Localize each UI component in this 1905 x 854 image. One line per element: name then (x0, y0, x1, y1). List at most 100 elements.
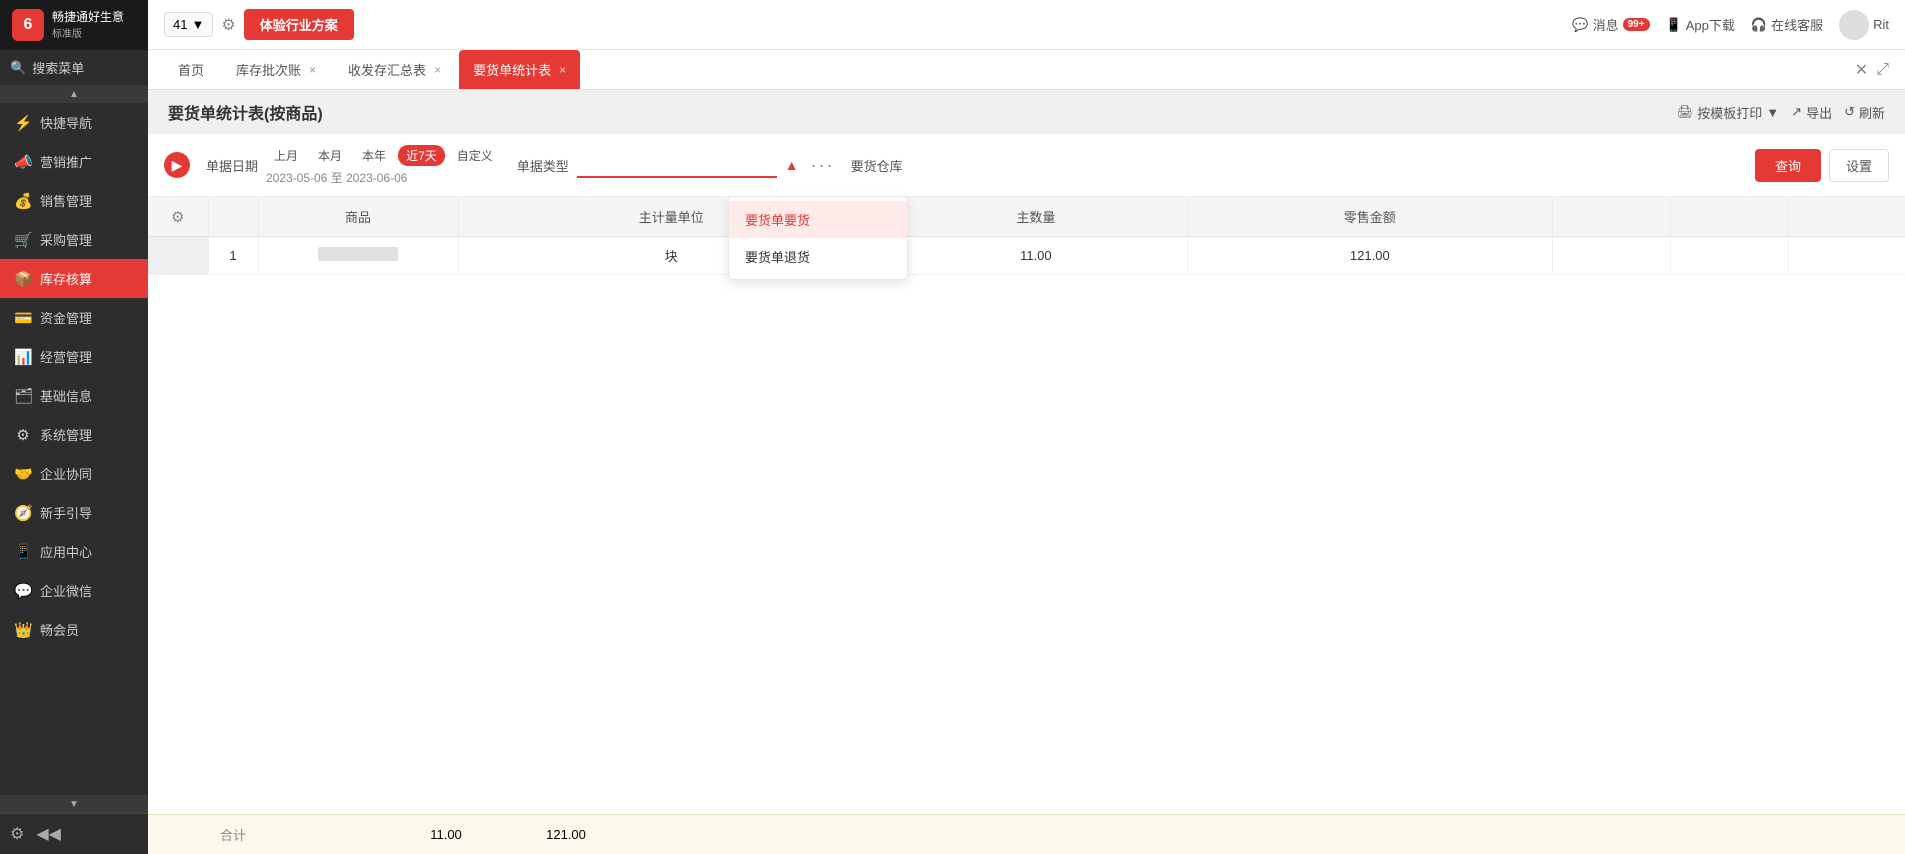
setting-btn[interactable]: 设置 (1829, 149, 1889, 182)
sidebar-item-operations[interactable]: 📊 经营管理 (0, 337, 148, 376)
enterprise-icon: 🤝 (14, 465, 32, 483)
sidebar-item-label: 新手引导 (40, 503, 92, 522)
last-7-days-btn[interactable]: 近7天 (398, 145, 445, 166)
sidebar-item-enterprise[interactable]: 🤝 企业协同 (0, 454, 148, 493)
query-btn[interactable]: 查询 (1755, 149, 1821, 182)
filter-bar: ▶ 单据日期 上月 本月 本年 近7天 自定义 2023-05-06 至 202… (148, 134, 1905, 197)
sidebar-item-guide[interactable]: 🧭 新手引导 (0, 493, 148, 532)
topbar-right: 💬 消息 99+ 📱 App下载 🎧 在线客服 Rit (1572, 10, 1889, 40)
sidebar-nav: ⚡ 快捷导航 📣 营销推广 💰 销售管理 🛒 采购管理 📦 库存核算 💳 资金管… (0, 103, 148, 795)
company-selector[interactable]: 41 ▼ (164, 12, 213, 37)
export-icon: ↗ (1791, 104, 1802, 120)
sidebar-item-finance[interactable]: 💳 资金管理 (0, 298, 148, 337)
type-more-icon[interactable]: ··· (811, 155, 835, 176)
tabbar-actions: ✕ ⤢ (1855, 60, 1889, 80)
industry-btn[interactable]: 体验行业方案 (244, 9, 354, 40)
print-btn[interactable]: 🖨 按模板打印 ▼ (1677, 103, 1779, 122)
table-col-seq (208, 197, 258, 237)
settings-bottom-icon[interactable]: ⚙ (10, 824, 24, 844)
topbar-left: 41 ▼ ⚙ 体验行业方案 (164, 9, 1560, 40)
sidebar-item-label: 企业微信 (40, 581, 92, 600)
tab-order-stats-close[interactable]: × (559, 63, 566, 77)
logo-icon: 6 (12, 9, 44, 41)
sidebar-item-label: 应用中心 (40, 542, 92, 561)
row-product (258, 237, 458, 275)
page-actions: 🖨 按模板打印 ▼ ↗ 导出 ↺ 刷新 (1677, 103, 1885, 122)
tab-close-all-icon[interactable]: ✕ (1855, 60, 1868, 80)
sidebar-item-quick-nav[interactable]: ⚡ 快捷导航 (0, 103, 148, 142)
refresh-icon: ↺ (1844, 104, 1855, 120)
tab-inventory-batch-label: 库存批次账 (236, 60, 301, 79)
type-filter-input[interactable] (577, 153, 777, 176)
export-btn[interactable]: ↗ 导出 (1791, 103, 1832, 122)
tab-home[interactable]: 首页 (164, 50, 218, 89)
messages-count: 99+ (1623, 18, 1650, 31)
main-content: 41 ▼ ⚙ 体验行业方案 💬 消息 99+ 📱 App下载 🎧 在线客服 (148, 0, 1905, 854)
custom-date-btn[interactable]: 自定义 (449, 144, 501, 167)
table-footer: 合计 11.00 121.00 (148, 814, 1905, 854)
sidebar-item-member[interactable]: 👑 畅会员 (0, 610, 148, 649)
online-service-btn[interactable]: 🎧 在线客服 (1751, 15, 1823, 34)
guide-icon: 🧭 (14, 504, 32, 522)
table-body: 1 块 11.00 121.00 (148, 237, 1905, 275)
row-empty3 (1789, 237, 1905, 275)
print-label: 按模板打印 (1697, 103, 1762, 122)
messages-label: 消息 (1593, 15, 1619, 34)
brand-sub: 标准版 (52, 25, 124, 40)
this-year-btn[interactable]: 本年 (354, 144, 394, 167)
tab-maximize-icon[interactable]: ⤢ (1876, 61, 1889, 79)
tab-receivable-summary[interactable]: 收发存汇总表 × (334, 50, 455, 89)
online-service-label: 在线客服 (1771, 15, 1823, 34)
sidebar-item-label: 企业协同 (40, 464, 92, 483)
date-range-display: 2023-05-06 至 2023-06-06 (266, 169, 501, 186)
tab-receivable-summary-label: 收发存汇总表 (348, 60, 426, 79)
dropdown-item-order-return[interactable]: 要货单退货 (729, 238, 907, 275)
tab-inventory-batch-close[interactable]: × (309, 63, 316, 77)
tab-receivable-summary-close[interactable]: × (434, 63, 441, 77)
messages-btn[interactable]: 💬 消息 99+ (1572, 15, 1649, 34)
table-col-settings[interactable]: ⚙ (148, 197, 208, 237)
topbar-gear-icon[interactable]: ⚙ (221, 15, 235, 35)
sidebar-item-label: 经营管理 (40, 347, 92, 366)
dropdown-item-order-goods[interactable]: 要货单要货 (729, 201, 907, 238)
topbar: 41 ▼ ⚙ 体验行业方案 💬 消息 99+ 📱 App下载 🎧 在线客服 (148, 0, 1905, 50)
sidebar-item-system[interactable]: ⚙ 系统管理 (0, 415, 148, 454)
sidebar-item-inventory[interactable]: 📦 库存核算 (0, 259, 148, 298)
this-month-btn[interactable]: 本月 (310, 144, 350, 167)
row-empty1 (1552, 237, 1670, 275)
message-icon: 💬 (1572, 17, 1588, 33)
sidebar-item-appstore[interactable]: 📱 应用中心 (0, 532, 148, 571)
table-settings-icon[interactable]: ⚙ (171, 209, 184, 226)
filter-expand-btn[interactable]: ▶ (164, 152, 190, 178)
last-month-btn[interactable]: 上月 (266, 144, 306, 167)
tab-order-stats[interactable]: 要货单统计表 × (459, 50, 580, 89)
sidebar-item-wechat[interactable]: 💬 企业微信 (0, 571, 148, 610)
app-download-btn[interactable]: 📱 App下载 (1666, 15, 1735, 34)
user-avatar-area[interactable]: Rit (1839, 10, 1889, 40)
row-sale-amount: 121.00 (1187, 237, 1552, 275)
sidebar-item-label: 畅会员 (40, 620, 79, 639)
sidebar-item-marketing[interactable]: 📣 营销推广 (0, 142, 148, 181)
sidebar-item-label: 营销推广 (40, 152, 92, 171)
sidebar-item-sales[interactable]: 💰 销售管理 (0, 181, 148, 220)
sidebar-scroll-up[interactable]: ▲ (0, 85, 148, 103)
collapse-icon[interactable]: ◀◀ (36, 824, 61, 844)
inventory-icon: 📦 (14, 270, 32, 288)
sidebar-item-basics[interactable]: 🗂 基础信息 (0, 376, 148, 415)
type-dropdown-menu: 要货单要货 要货单退货 (728, 196, 908, 280)
search-menu[interactable]: 🔍 搜索菜单 (0, 50, 148, 85)
table-header: ⚙ 商品 主计量单位 主数量 零售金额 (148, 197, 1905, 237)
type-dropdown-chevron[interactable]: ▲ (785, 157, 799, 173)
appstore-icon: 📱 (14, 543, 32, 561)
refresh-btn[interactable]: ↺ 刷新 (1844, 103, 1885, 122)
product-placeholder (318, 247, 398, 261)
sidebar-scroll-down[interactable]: ▼ (0, 795, 148, 813)
tab-inventory-batch[interactable]: 库存批次账 × (222, 50, 330, 89)
company-selector-value: 41 (173, 17, 187, 32)
tab-order-stats-label: 要货单统计表 (473, 60, 551, 79)
sidebar-item-purchase[interactable]: 🛒 采购管理 (0, 220, 148, 259)
type-filter-section: 单据类型 ▲ ··· (517, 153, 835, 178)
warehouse-filter-section: 要货仓库 (851, 156, 903, 175)
print-icon: 🖨 (1677, 104, 1694, 120)
app-download-label: App下载 (1686, 15, 1735, 34)
